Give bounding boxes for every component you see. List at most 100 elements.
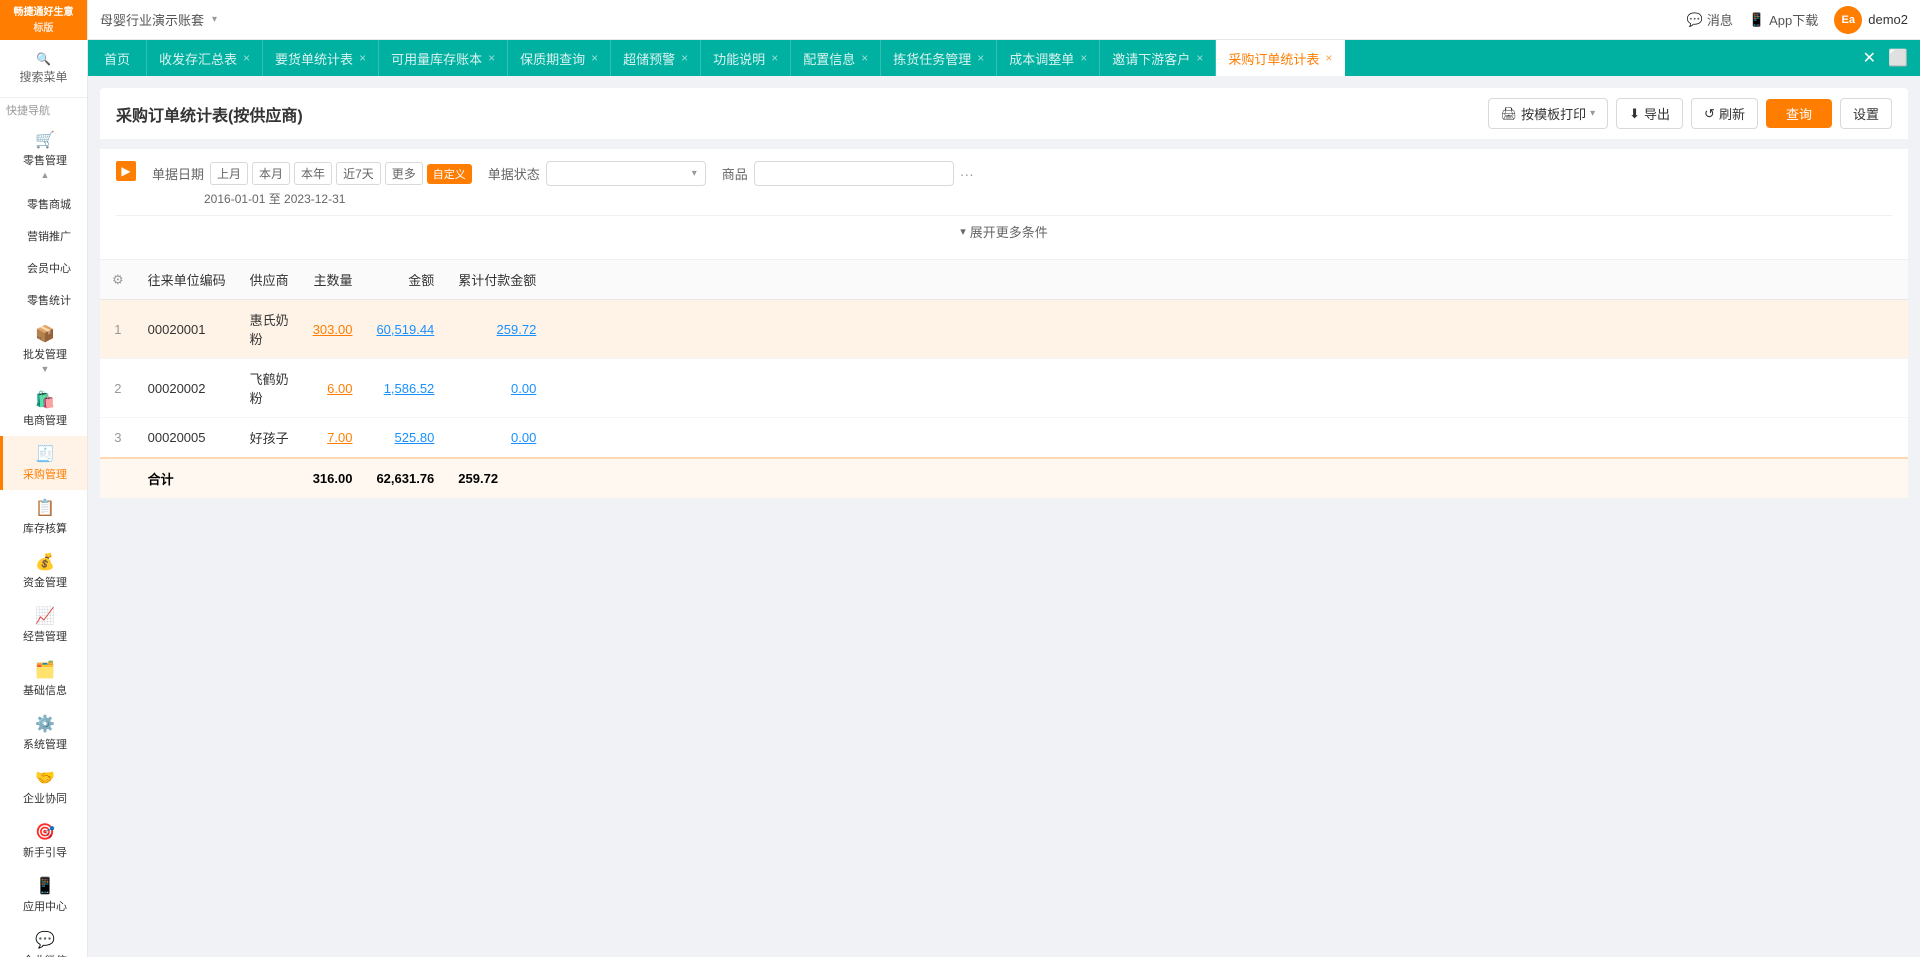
tab-function-desc[interactable]: 功能说明 × bbox=[701, 40, 791, 76]
tab-home[interactable]: 首页 bbox=[88, 40, 147, 76]
sidebar-item-enterprise-wechat[interactable]: 💬 企业微信 bbox=[0, 922, 87, 957]
shortcut-this-month[interactable]: 本月 bbox=[252, 162, 290, 185]
tab-purchase-stats[interactable]: 采购订单统计表 × bbox=[1216, 40, 1345, 76]
refresh-button[interactable]: ↺ 刷新 bbox=[1691, 98, 1758, 129]
sidebar-item-wholesale[interactable]: 📦 批发管理 ▼ bbox=[0, 316, 87, 382]
sidebar-search-label: 搜索菜单 bbox=[19, 68, 67, 85]
stock-icon: 📋 bbox=[35, 498, 55, 518]
close-invite-downstream[interactable]: × bbox=[1196, 51, 1203, 65]
ecommerce-label: 电商管理 bbox=[23, 412, 67, 428]
status-select[interactable]: ▾ bbox=[546, 161, 706, 186]
row-empty-3 bbox=[548, 418, 1908, 459]
tab-goods-stats[interactable]: 要货单统计表 × bbox=[263, 40, 379, 76]
user-menu[interactable]: Ea demo2 bbox=[1834, 6, 1908, 34]
close-function-desc[interactable]: × bbox=[771, 51, 778, 65]
app-download-button[interactable]: 📱 App下载 bbox=[1749, 10, 1818, 29]
goods-filter: 商品 ··· bbox=[722, 161, 974, 186]
maximize-button[interactable]: ⬜ bbox=[1884, 46, 1912, 70]
tab-invite-downstream[interactable]: 邀请下游客户 × bbox=[1100, 40, 1216, 76]
close-warranty-query[interactable]: × bbox=[591, 51, 598, 65]
col-code: 往来单位编码 bbox=[136, 260, 238, 300]
status-filter: 单据状态 ▾ bbox=[488, 161, 706, 186]
tab-cost-adjust[interactable]: 成本调整单 × bbox=[997, 40, 1100, 76]
expand-more-button[interactable]: ▾ 展开更多条件 bbox=[116, 215, 1892, 247]
query-button[interactable]: 查询 bbox=[1766, 99, 1832, 128]
close-goods-stats[interactable]: × bbox=[359, 51, 366, 65]
table-row: 2 00020002 飞鹤奶粉 6.00 1,586.52 0.00 bbox=[100, 359, 1908, 418]
tab-config-info[interactable]: 配置信息 × bbox=[791, 40, 881, 76]
sidebar-item-retail[interactable]: 🛒 零售管理 ▲ bbox=[0, 122, 87, 188]
export-button[interactable]: ⬇ 导出 bbox=[1616, 98, 1683, 129]
close-cost-adjust[interactable]: × bbox=[1080, 51, 1087, 65]
row-quantity-3: 7.00 bbox=[301, 418, 365, 459]
goods-more-button[interactable]: ··· bbox=[960, 166, 974, 182]
goods-input[interactable] bbox=[754, 161, 954, 186]
row-code-1: 00020001 bbox=[136, 300, 238, 359]
close-config-info[interactable]: × bbox=[861, 51, 868, 65]
footer-empty-2 bbox=[548, 458, 1908, 498]
col-paid: 累计付款金额 bbox=[446, 260, 548, 300]
sidebar-item-system[interactable]: ⚙️ 系统管理 bbox=[0, 706, 87, 760]
system-label: 系统管理 bbox=[23, 736, 67, 752]
row-paid-1: 259.72 bbox=[446, 300, 548, 359]
row-num-3: 3 bbox=[100, 418, 136, 459]
close-stock-ledger[interactable]: × bbox=[488, 51, 495, 65]
stock-label: 库存核算 bbox=[23, 520, 67, 536]
new-guide-icon: 🎯 bbox=[35, 822, 55, 842]
template-print-button[interactable]: 🖨 按模板打印 ▾ bbox=[1488, 98, 1609, 129]
expand-filter-button[interactable]: ▶ bbox=[116, 161, 136, 181]
col-amount: 金额 bbox=[364, 260, 446, 300]
row-code-2: 00020002 bbox=[136, 359, 238, 418]
sidebar-item-retail-mall[interactable]: 零售商城 bbox=[0, 188, 87, 220]
page-actions: 🖨 按模板打印 ▾ ⬇ 导出 ↺ 刷新 查询 设置 bbox=[1488, 98, 1892, 129]
tab-overstock-warning[interactable]: 超储预警 × bbox=[611, 40, 701, 76]
close-overstock-warning[interactable]: × bbox=[681, 51, 688, 65]
logo-sub: 标版 bbox=[34, 19, 54, 34]
sidebar-item-purchase[interactable]: 🧾 采购管理 bbox=[0, 436, 87, 490]
custom-date-tag[interactable]: 自定义 bbox=[427, 164, 472, 184]
basics-label: 基础信息 bbox=[23, 682, 67, 698]
shortcut-this-year[interactable]: 本年 bbox=[294, 162, 332, 185]
expand-more-label: 展开更多条件 bbox=[970, 222, 1048, 241]
purchase-stats-label: 采购订单统计表 bbox=[1228, 49, 1319, 68]
sidebar-item-retail-stats[interactable]: 零售统计 bbox=[0, 284, 87, 316]
col-settings[interactable]: ⚙ bbox=[100, 260, 136, 300]
operations-label: 经营管理 bbox=[23, 628, 67, 644]
setting-button[interactable]: 设置 bbox=[1840, 98, 1892, 129]
filter-content: 单据日期 上月 本月 本年 近7天 更多 自定义 bbox=[152, 161, 1892, 207]
sidebar-item-ecommerce[interactable]: 🛍️ 电商管理 bbox=[0, 382, 87, 436]
shortcut-7-days[interactable]: 近7天 bbox=[336, 162, 381, 185]
enterprise-wechat-label: 企业微信 bbox=[23, 952, 67, 957]
col-quantity: 主数量 bbox=[301, 260, 365, 300]
tab-warranty-query[interactable]: 保质期查询 × bbox=[508, 40, 611, 76]
sidebar-item-new-guide[interactable]: 🎯 新手引导 bbox=[0, 814, 87, 868]
close-purchase-stats[interactable]: × bbox=[1325, 51, 1332, 65]
ecommerce-icon: 🛍️ bbox=[35, 390, 55, 410]
sidebar-item-finance[interactable]: 💰 资金管理 bbox=[0, 544, 87, 598]
message-button[interactable]: 💬 消息 bbox=[1687, 10, 1733, 29]
close-receive-summary[interactable]: × bbox=[243, 51, 250, 65]
shortcut-last-month[interactable]: 上月 bbox=[210, 162, 248, 185]
store-dropdown-icon[interactable]: ▾ bbox=[212, 14, 217, 25]
chevron-icon: ▲ bbox=[41, 170, 50, 180]
page-content: 采购订单统计表(按供应商) 🖨 按模板打印 ▾ ⬇ 导出 ↺ 刷新 查询 bbox=[88, 76, 1920, 957]
sidebar-item-operations[interactable]: 📈 经营管理 bbox=[0, 598, 87, 652]
system-icon: ⚙️ bbox=[35, 714, 55, 734]
sidebar-item-member[interactable]: 会员中心 bbox=[0, 252, 87, 284]
row-amount-2: 1,586.52 bbox=[364, 359, 446, 418]
sidebar-item-app-center[interactable]: 📱 应用中心 bbox=[0, 868, 87, 922]
col-empty bbox=[548, 260, 1908, 300]
sidebar-search-button[interactable]: 🔍 搜索菜单 bbox=[6, 48, 81, 89]
shortcut-more[interactable]: 更多 bbox=[385, 162, 423, 185]
logo-text: 畅捷通好生意 bbox=[14, 7, 74, 19]
close-pickup-tasks[interactable]: × bbox=[977, 51, 984, 65]
sidebar-item-marketing[interactable]: 营销推广 bbox=[0, 220, 87, 252]
tab-pickup-tasks[interactable]: 拣货任务管理 × bbox=[881, 40, 997, 76]
tab-receive-summary[interactable]: 收发存汇总表 × bbox=[147, 40, 263, 76]
tab-stock-ledger[interactable]: 可用量库存账本 × bbox=[379, 40, 508, 76]
sidebar-item-enterprise-collab[interactable]: 🤝 企业协同 bbox=[0, 760, 87, 814]
sidebar-item-stock[interactable]: 📋 库存核算 bbox=[0, 490, 87, 544]
close-all-tabs-button[interactable]: ✕ bbox=[1859, 46, 1880, 70]
sidebar-item-basics[interactable]: 🗂️ 基础信息 bbox=[0, 652, 87, 706]
user-name: demo2 bbox=[1868, 12, 1908, 27]
